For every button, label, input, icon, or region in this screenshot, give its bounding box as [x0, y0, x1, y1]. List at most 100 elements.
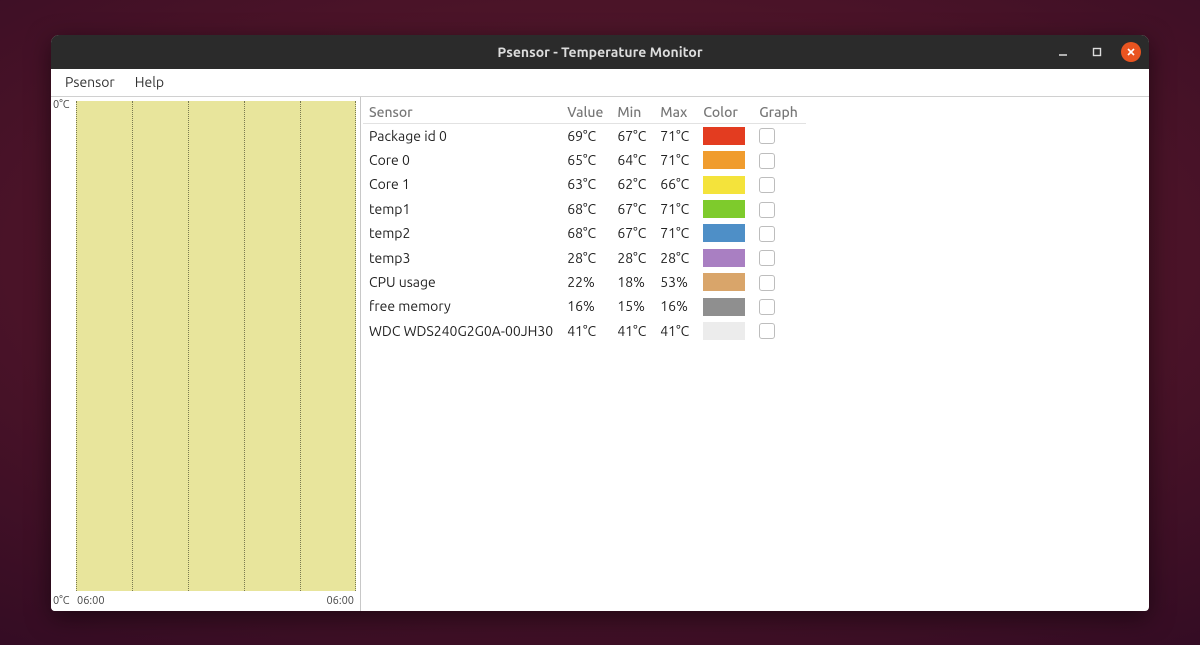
sensor-max: 41°C	[654, 319, 697, 343]
sensor-value: 28°C	[561, 245, 611, 269]
sensor-name: Package id 0	[363, 123, 561, 148]
sensor-max: 66°C	[654, 172, 697, 196]
sensor-graph-cell	[753, 197, 806, 221]
sensor-min: 62°C	[611, 172, 654, 196]
sensor-graph-cell	[753, 270, 806, 294]
sensor-graph-cell	[753, 319, 806, 343]
col-value[interactable]: Value	[561, 101, 611, 124]
color-swatch[interactable]	[703, 127, 745, 145]
sensor-name: temp1	[363, 197, 561, 221]
sensor-value: 69°C	[561, 123, 611, 148]
sensor-min: 67°C	[611, 221, 654, 245]
color-swatch[interactable]	[703, 200, 745, 218]
window-controls	[1053, 35, 1141, 69]
sensor-color-cell[interactable]	[697, 270, 753, 294]
sensor-name: temp2	[363, 221, 561, 245]
sensor-max: 71°C	[654, 221, 697, 245]
graph-checkbox[interactable]	[759, 177, 775, 193]
sensor-color-cell[interactable]	[697, 123, 753, 148]
sensor-value: 68°C	[561, 221, 611, 245]
window-title: Psensor - Temperature Monitor	[497, 44, 702, 60]
sensor-name: CPU usage	[363, 270, 561, 294]
sensor-min: 41°C	[611, 319, 654, 343]
sensor-color-cell[interactable]	[697, 319, 753, 343]
sensor-min: 15%	[611, 294, 654, 318]
sensor-min: 64°C	[611, 148, 654, 172]
table-row[interactable]: temp268°C67°C71°C	[363, 221, 806, 245]
sensor-color-cell[interactable]	[697, 245, 753, 269]
col-max[interactable]: Max	[654, 101, 697, 124]
sensor-color-cell[interactable]	[697, 294, 753, 318]
sensor-color-cell[interactable]	[697, 172, 753, 196]
color-swatch[interactable]	[703, 176, 745, 194]
sensor-name: temp3	[363, 245, 561, 269]
close-button[interactable]	[1121, 42, 1141, 62]
sensor-max: 53%	[654, 270, 697, 294]
color-swatch[interactable]	[703, 224, 745, 242]
color-swatch[interactable]	[703, 151, 745, 169]
table-row[interactable]: Core 163°C62°C66°C	[363, 172, 806, 196]
sensor-max: 16%	[654, 294, 697, 318]
minimize-button[interactable]	[1053, 42, 1073, 62]
table-row[interactable]: WDC WDS240G2G0A-00JH3041°C41°C41°C	[363, 319, 806, 343]
maximize-button[interactable]	[1087, 42, 1107, 62]
table-row[interactable]: CPU usage22%18%53%	[363, 270, 806, 294]
sensor-value: 68°C	[561, 197, 611, 221]
graph-checkbox[interactable]	[759, 128, 775, 144]
graph-checkbox[interactable]	[759, 153, 775, 169]
app-window: Psensor - Temperature Monitor Psensor He…	[51, 35, 1149, 611]
color-swatch[interactable]	[703, 322, 745, 340]
graph-checkbox[interactable]	[759, 250, 775, 266]
col-sensor[interactable]: Sensor	[363, 101, 561, 124]
sensor-graph-cell	[753, 172, 806, 196]
col-min[interactable]: Min	[611, 101, 654, 124]
sensor-max: 71°C	[654, 197, 697, 221]
titlebar[interactable]: Psensor - Temperature Monitor	[51, 35, 1149, 69]
sensor-value: 16%	[561, 294, 611, 318]
sensor-value: 65°C	[561, 148, 611, 172]
table-row[interactable]: temp168°C67°C71°C	[363, 197, 806, 221]
graph-checkbox[interactable]	[759, 226, 775, 242]
sensor-name: free memory	[363, 294, 561, 318]
graph-checkbox[interactable]	[759, 275, 775, 291]
color-swatch[interactable]	[703, 298, 745, 316]
graph-checkbox[interactable]	[759, 202, 775, 218]
menu-psensor[interactable]: Psensor	[55, 70, 125, 94]
graph-checkbox[interactable]	[759, 299, 775, 315]
sensor-color-cell[interactable]	[697, 197, 753, 221]
sensor-table-pane: Sensor Value Min Max Color Graph Package…	[361, 97, 1149, 611]
sensor-graph-cell	[753, 221, 806, 245]
sensor-value: 41°C	[561, 319, 611, 343]
sensor-min: 28°C	[611, 245, 654, 269]
sensor-min: 67°C	[611, 123, 654, 148]
color-swatch[interactable]	[703, 273, 745, 291]
sensor-color-cell[interactable]	[697, 221, 753, 245]
sensor-color-cell[interactable]	[697, 148, 753, 172]
sensor-max: 71°C	[654, 148, 697, 172]
table-header-row: Sensor Value Min Max Color Graph	[363, 101, 806, 124]
graph-plot[interactable]	[76, 101, 356, 591]
col-graph[interactable]: Graph	[753, 101, 806, 124]
menubar: Psensor Help	[51, 69, 1149, 97]
sensor-min: 18%	[611, 270, 654, 294]
graph-checkbox[interactable]	[759, 323, 775, 339]
sensor-graph-cell	[753, 294, 806, 318]
graph-y-top: 0°C	[53, 99, 70, 111]
sensor-name: Core 1	[363, 172, 561, 196]
sensor-name: Core 0	[363, 148, 561, 172]
sensor-max: 71°C	[654, 123, 697, 148]
sensor-graph-cell	[753, 123, 806, 148]
table-row[interactable]: Core 065°C64°C71°C	[363, 148, 806, 172]
table-row[interactable]: free memory16%15%16%	[363, 294, 806, 318]
col-color[interactable]: Color	[697, 101, 753, 124]
sensor-min: 67°C	[611, 197, 654, 221]
table-row[interactable]: Package id 069°C67°C71°C	[363, 123, 806, 148]
sensor-max: 28°C	[654, 245, 697, 269]
graph-y-bottom: 0°C	[53, 595, 70, 607]
sensor-name: WDC WDS240G2G0A-00JH30	[363, 319, 561, 343]
color-swatch[interactable]	[703, 249, 745, 267]
sensor-value: 63°C	[561, 172, 611, 196]
graph-x-start: 06:00	[77, 595, 105, 607]
table-row[interactable]: temp328°C28°C28°C	[363, 245, 806, 269]
menu-help[interactable]: Help	[125, 70, 174, 94]
